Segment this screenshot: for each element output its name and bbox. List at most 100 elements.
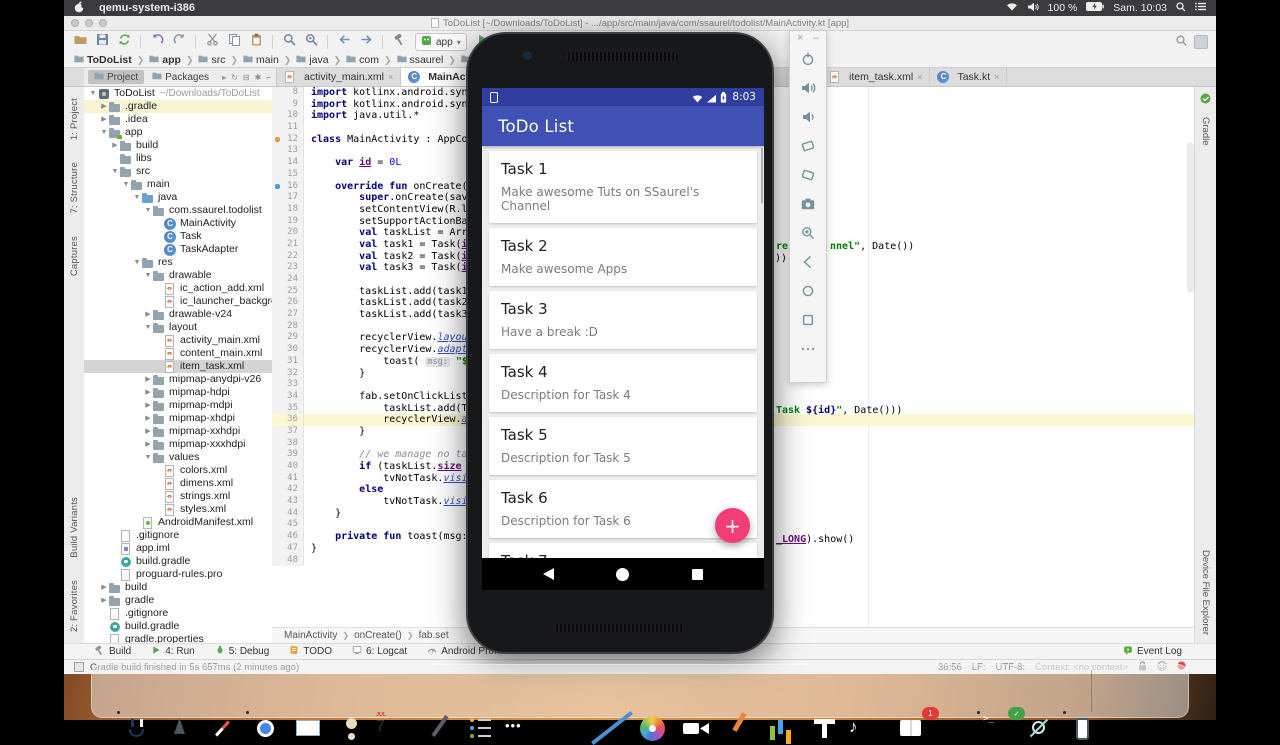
- task-card-1[interactable]: Task 1 Make awesome Tuts on SSaurel's Cha…: [489, 151, 757, 223]
- close-tab-icon[interactable]: ×: [388, 72, 393, 82]
- paste-button[interactable]: [246, 33, 266, 51]
- emulator-overview-button[interactable]: [796, 310, 820, 334]
- chevron-down-icon[interactable]: ▼: [121, 178, 131, 191]
- chevron-down-icon[interactable]: ▼: [132, 256, 142, 269]
- tree-item-todolist[interactable]: ▼ ToDoList ~/Downloads/ToDoList: [84, 87, 272, 100]
- tree-item--gradle[interactable]: ▶ .gradle: [84, 100, 272, 113]
- dock-item-android-studio[interactable]: ✓: [1002, 707, 1040, 720]
- breadcrumb-item-com[interactable]: com: [344, 54, 381, 66]
- dock-item-calendar[interactable]: JUL7: [357, 710, 395, 735]
- menubar-app-name[interactable]: qemu-system-i386: [99, 2, 195, 14]
- dock-item-pages[interactable]: [701, 710, 739, 714]
- tree-item-content-main-xml[interactable]: content_main.xml: [84, 347, 272, 360]
- project-panel-tab-packages[interactable]: Packages: [146, 70, 215, 84]
- dock-item-textedit[interactable]: [400, 710, 438, 714]
- tree-item-mipmap-xxxhdpi[interactable]: ▶ mipmap-xxxhdpi: [84, 438, 272, 451]
- tree-item-proguard-rules-pro[interactable]: proguard-rules.pro: [84, 568, 272, 581]
- dock-item-mail[interactable]: [271, 710, 309, 714]
- emulator-camera-button[interactable]: [796, 194, 820, 218]
- chevron-right-icon[interactable]: ▶: [99, 100, 109, 113]
- list-scrollbar[interactable]: [761, 148, 763, 203]
- editor-breadcrumb-2[interactable]: fab.set: [419, 630, 449, 641]
- close-tab-icon[interactable]: ×: [994, 72, 999, 82]
- editor-breadcrumb-1[interactable]: onCreate(): [354, 630, 402, 641]
- chevron-right-icon[interactable]: ▶: [143, 399, 153, 412]
- hammer-button[interactable]: [389, 33, 409, 51]
- emulator-more-button[interactable]: [796, 339, 820, 363]
- tree-item-build-gradle[interactable]: build.gradle: [84, 555, 272, 568]
- window-titlebar[interactable]: ToDoList [~/Downloads/ToDoList] - .../ap…: [64, 16, 1216, 31]
- chevron-right-icon[interactable]: ▶: [143, 373, 153, 386]
- tree-item-taskadapter[interactable]: TaskAdapter: [84, 243, 272, 256]
- tool-window-button-5-debug[interactable]: 5: Debug: [215, 645, 269, 658]
- dock-item-finder[interactable]: [99, 710, 137, 714]
- add-task-fab[interactable]: +: [715, 508, 750, 543]
- dock-item-reminders[interactable]: [443, 710, 481, 714]
- project-tree[interactable]: ▼ ToDoList ~/Downloads/ToDoList ▶ .gradle ▶ .i…: [84, 87, 273, 643]
- chevron-right-icon[interactable]: ▶: [110, 139, 120, 152]
- tool-window-button-todo[interactable]: TODO: [289, 645, 332, 658]
- tree-item--gitignore[interactable]: .gitignore: [84, 529, 272, 542]
- tree-item-dimens-xml[interactable]: dimens.xml: [84, 477, 272, 490]
- editor-tab-item_task.xml[interactable]: item_task.xml ×: [822, 68, 931, 86]
- tree-item-app[interactable]: ▼ app: [84, 126, 272, 139]
- chevron-down-icon[interactable]: ▼: [99, 126, 109, 139]
- tool-button-1-project[interactable]: 1: Project: [69, 98, 80, 140]
- dock-item-photos[interactable]: [615, 710, 653, 714]
- volume-icon[interactable]: [1027, 2, 1039, 15]
- tool-window-button-build[interactable]: Build: [94, 645, 131, 659]
- chevron-down-icon[interactable]: ▼: [143, 451, 153, 464]
- emulator-zoom-button[interactable]: [796, 223, 820, 247]
- dock-item-maps[interactable]: [572, 710, 610, 714]
- tree-item--idea[interactable]: ▶ .idea: [84, 113, 272, 126]
- project-panel-tab-project[interactable]: Project: [88, 70, 145, 84]
- dock-item-messages[interactable]: [486, 710, 524, 714]
- chevron-right-icon[interactable]: ▶: [99, 581, 109, 594]
- chevron-down-icon[interactable]: ▼: [143, 269, 153, 282]
- tree-item-com-ssaurel-todolist[interactable]: ▼ com.ssaurel.todolist: [84, 204, 272, 217]
- tool-button-gradle[interactable]: Gradle: [1200, 117, 1211, 146]
- task-card-2[interactable]: Task 2 Make awesome Apps: [489, 228, 757, 286]
- tree-item-mipmap-anydpi-v26[interactable]: ▶ mipmap-anydpi-v26: [84, 373, 272, 386]
- copy-button[interactable]: [224, 33, 244, 51]
- chevron-down-icon[interactable]: ▼: [88, 87, 98, 100]
- dock-item-keynote[interactable]: [787, 710, 825, 714]
- replace-button[interactable]: [301, 33, 321, 51]
- tree-item-java[interactable]: ▼ java: [84, 191, 272, 204]
- chevron-right-icon[interactable]: ▶: [143, 386, 153, 399]
- tree-item-mipmap-hdpi[interactable]: ▶ mipmap-hdpi: [84, 386, 272, 399]
- tree-item-gradle-properties[interactable]: gradle.properties: [84, 633, 272, 643]
- dock-item-contacts[interactable]: [314, 710, 352, 714]
- run-configuration-select[interactable]: app ▾: [415, 33, 467, 51]
- forward-button[interactable]: [356, 33, 376, 51]
- tree-item-drawable[interactable]: ▼ drawable: [84, 269, 272, 282]
- tool-button-build-variants[interactable]: Build Variants: [69, 497, 80, 558]
- tree-item-mipmap-xhdpi[interactable]: ▶ mipmap-xhdpi: [84, 412, 272, 425]
- dock-item-emulator[interactable]: [1045, 710, 1083, 714]
- breadcrumb-item-src[interactable]: src: [196, 54, 227, 66]
- back-button[interactable]: [334, 33, 354, 51]
- tree-item-main[interactable]: ▼ main: [84, 178, 272, 191]
- tool-window-button-4-run[interactable]: 4: Run: [151, 645, 195, 658]
- breadcrumb-item-java[interactable]: java: [294, 54, 330, 66]
- dock-item-safari[interactable]: [185, 710, 223, 714]
- breadcrumb-item-main[interactable]: main: [241, 54, 281, 66]
- tree-item-gradle[interactable]: ▶ gradle: [84, 594, 272, 607]
- close-tab-icon[interactable]: ×: [917, 72, 922, 82]
- tree-item-src[interactable]: ▼ src: [84, 165, 272, 178]
- tree-item--gitignore[interactable]: .gitignore: [84, 607, 272, 620]
- tool-button-captures[interactable]: Captures: [69, 236, 80, 276]
- tree-item-item-task-xml[interactable]: item_task.xml: [84, 360, 272, 373]
- dock-item-chrome[interactable]: [228, 710, 266, 714]
- tool-button-2-favorites[interactable]: 2: Favorites: [69, 580, 80, 632]
- emulator-rotate-left-button[interactable]: [796, 136, 820, 160]
- battery-icon[interactable]: [1086, 2, 1105, 14]
- emulator-volume-up-button[interactable]: [796, 78, 820, 102]
- cut-button[interactable]: [202, 33, 222, 51]
- dock-item-terminal[interactable]: [959, 710, 997, 714]
- open-button[interactable]: [70, 33, 90, 51]
- chevron-right-icon[interactable]: ▶: [143, 425, 153, 438]
- redo-button[interactable]: [169, 33, 189, 51]
- dock-item-numbers[interactable]: [744, 710, 782, 714]
- wifi-icon[interactable]: [1006, 2, 1018, 14]
